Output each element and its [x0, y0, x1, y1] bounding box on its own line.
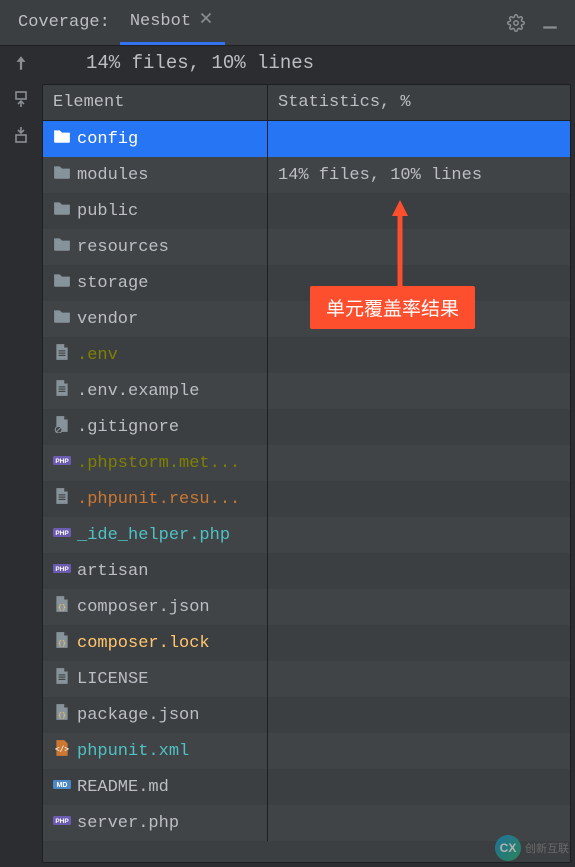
json-icon: {}: [53, 595, 71, 619]
table-row[interactable]: {} package.json: [43, 697, 570, 733]
folder-icon: [53, 271, 71, 295]
svg-text:{}: {}: [58, 712, 66, 720]
table-row[interactable]: LICENSE: [43, 661, 570, 697]
table-row[interactable]: {} composer.json: [43, 589, 570, 625]
svg-text:PHP: PHP: [55, 818, 69, 825]
md-icon: MD: [53, 775, 71, 799]
item-name: .env.example: [77, 382, 199, 401]
table-row[interactable]: PHP .phpstorm.met...: [43, 445, 570, 481]
table-row[interactable]: resources: [43, 229, 570, 265]
table-row[interactable]: .env.example: [43, 373, 570, 409]
php-icon: PHP: [53, 811, 71, 835]
item-name: config: [77, 130, 138, 149]
svg-text:PHP: PHP: [55, 566, 69, 573]
svg-text:{}: {}: [58, 604, 66, 612]
svg-text:MD: MD: [57, 782, 68, 789]
folder-icon: [53, 199, 71, 223]
item-name: server.php: [77, 814, 179, 833]
item-stats: 14% files, 10% lines: [268, 166, 570, 185]
coverage-tab[interactable]: Nesbot: [120, 0, 225, 45]
svg-text:PHP: PHP: [55, 530, 69, 537]
column-header-element[interactable]: Element: [43, 85, 268, 120]
item-name: composer.lock: [77, 634, 210, 653]
coverage-titlebar: Coverage: Nesbot: [0, 0, 575, 46]
item-name: public: [77, 202, 138, 221]
table-row[interactable]: .phpunit.resu...: [43, 481, 570, 517]
gear-icon[interactable]: [499, 10, 533, 36]
column-header-statistics[interactable]: Statistics, %: [268, 93, 570, 112]
table-row[interactable]: PHP artisan: [43, 553, 570, 589]
table-row[interactable]: PHP server.php: [43, 805, 570, 841]
svg-text:</>: </>: [55, 744, 69, 753]
coverage-tab-label: Nesbot: [130, 12, 191, 31]
file-icon: [53, 667, 71, 691]
json-icon: {}: [53, 631, 71, 655]
collapse-up-icon[interactable]: [10, 88, 32, 110]
coverage-tree: Element Statistics, % config modules 14%…: [42, 84, 571, 863]
folder-icon: [53, 127, 71, 151]
item-name: phpunit.xml: [77, 742, 189, 761]
folder-icon: [53, 235, 71, 259]
table-row[interactable]: .env: [43, 337, 570, 373]
item-name: .phpunit.resu...: [77, 490, 240, 509]
file-icon: [53, 343, 71, 367]
toolbar-gutter: [0, 46, 42, 867]
table-row[interactable]: {} composer.lock: [43, 625, 570, 661]
coverage-title: Coverage:: [8, 7, 120, 38]
item-name: .env: [77, 346, 118, 365]
file-ignore-icon: [53, 415, 71, 439]
item-name: vendor: [77, 310, 138, 329]
json-icon: {}: [53, 703, 71, 727]
table-row[interactable]: modules 14% files, 10% lines: [43, 157, 570, 193]
table-row[interactable]: PHP _ide_helper.php: [43, 517, 570, 553]
item-name: artisan: [77, 562, 148, 581]
svg-text:PHP: PHP: [55, 458, 69, 465]
folder-icon: [53, 307, 71, 331]
php-icon: PHP: [53, 451, 71, 475]
table-row[interactable]: </> phpunit.xml: [43, 733, 570, 769]
xml-icon: </>: [53, 739, 71, 763]
item-name: _ide_helper.php: [77, 526, 230, 545]
table-row[interactable]: public: [43, 193, 570, 229]
item-name: storage: [77, 274, 148, 293]
folder-icon: [53, 163, 71, 187]
php-icon: PHP: [53, 523, 71, 547]
item-name: .phpstorm.met...: [77, 454, 240, 473]
item-name: composer.json: [77, 598, 210, 617]
file-icon: [53, 379, 71, 403]
table-row[interactable]: MD README.md: [43, 769, 570, 805]
level-up-icon[interactable]: [10, 52, 32, 74]
table-header: Element Statistics, %: [43, 85, 570, 121]
item-name: modules: [77, 166, 148, 185]
table-row[interactable]: config: [43, 121, 570, 157]
item-name: resources: [77, 238, 169, 257]
file-icon: [53, 487, 71, 511]
coverage-summary: 14% files, 10% lines: [42, 46, 575, 84]
item-name: .gitignore: [77, 418, 179, 437]
close-tab-icon[interactable]: [197, 9, 215, 33]
svg-text:{}: {}: [58, 640, 66, 648]
table-row[interactable]: vendor: [43, 301, 570, 337]
table-row[interactable]: storage: [43, 265, 570, 301]
table-row[interactable]: .gitignore: [43, 409, 570, 445]
php-icon: PHP: [53, 559, 71, 583]
item-name: LICENSE: [77, 670, 148, 689]
minimize-icon[interactable]: [533, 10, 567, 36]
item-name: README.md: [77, 778, 169, 797]
item-name: package.json: [77, 706, 199, 725]
collapse-down-icon[interactable]: [10, 124, 32, 146]
